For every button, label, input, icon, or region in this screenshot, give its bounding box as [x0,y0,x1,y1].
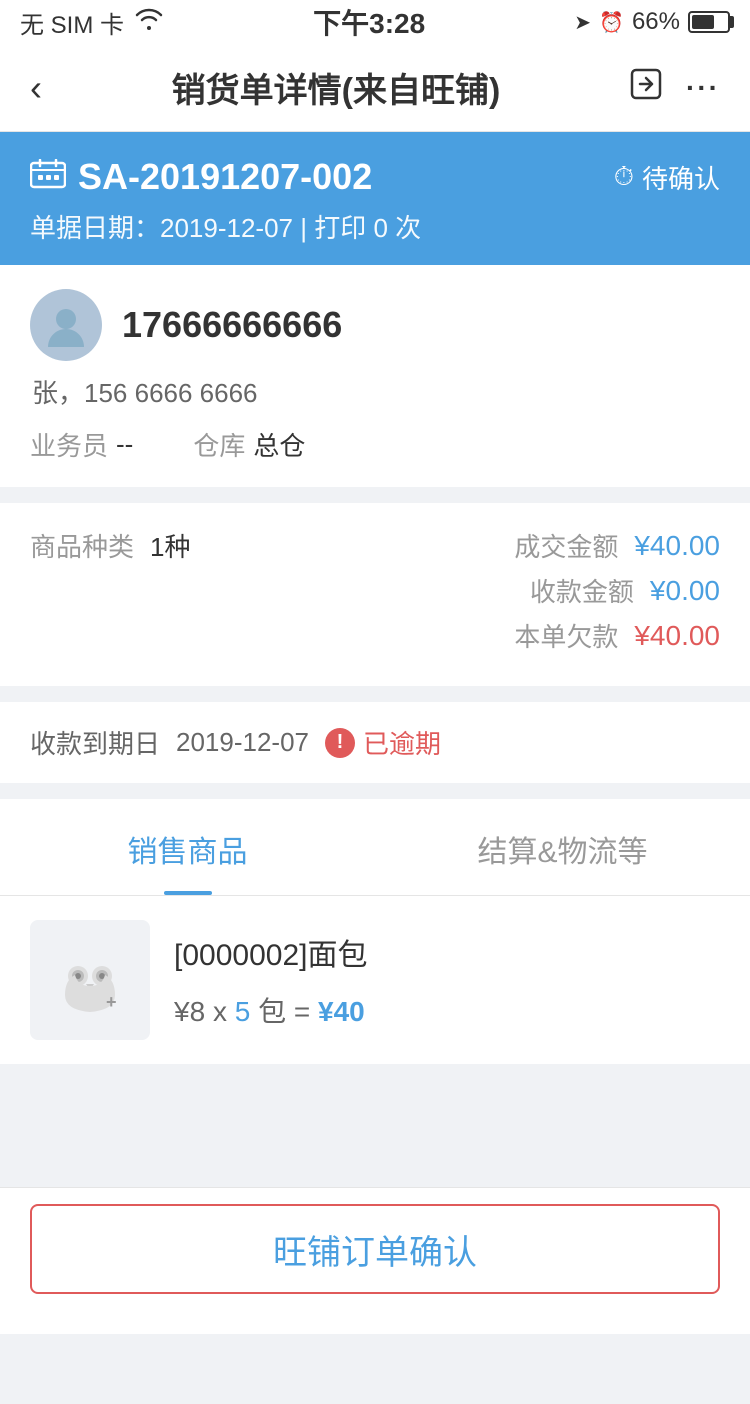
more-button[interactable]: ··· [686,72,720,104]
tab-sales[interactable]: 销售商品 [0,799,375,895]
customer-name: 张，156 6666 6666 [30,373,720,410]
header-date-row: 单据日期：2019-12-07 | 打印 0 次 [30,208,720,245]
status-bar: 无 SIM 卡 下午3:28 ➤ ⏰ 66% [0,0,750,44]
overdue-label: 已逾期 [363,724,441,761]
due-date: 2019-12-07 [176,727,309,758]
balance-amount-row: 本单欠款 ¥40.00 [514,617,720,654]
summary-right: 成交金额 ¥40.00 收款金额 ¥0.00 本单欠款 ¥40.00 [514,527,720,662]
product-image: + [30,920,150,1040]
wifi-icon [134,8,164,37]
status-bar-time: 下午3:28 [313,2,425,42]
salesperson-field: 业务员 -- [30,426,133,463]
battery-icon [688,11,730,33]
order-icon [30,156,66,198]
product-name: [0000002]面包 [174,930,720,974]
order-id: SA-20191207-002 [30,156,372,198]
alarm-icon: ⏰ [599,10,624,35]
warehouse-field: 仓库 总仓 [193,426,305,463]
nav-bar: ‹ 销货单详情(来自旺铺) ··· [0,44,750,132]
deal-amount-row: 成交金额 ¥40.00 [514,527,720,564]
back-button[interactable]: ‹ [30,67,42,109]
summary-left: 商品种类 1种 [30,527,190,564]
battery-percent: 66% [632,8,680,36]
product-info: [0000002]面包 ¥8 x 5 包 = ¥40 [174,930,720,1030]
status-bar-right: ➤ ⏰ 66% [574,8,730,36]
customer-phone: 17666666666 [122,304,342,346]
carrier-label: 无 SIM 卡 [20,5,124,40]
header-card: SA-20191207-002 ⏱ 待确认 单据日期：2019-12-07 | … [0,132,750,265]
overdue-badge: ! 已逾期 [325,724,441,761]
tabs-row: 销售商品 结算&物流等 [0,799,750,896]
tabs-section: 销售商品 结算&物流等 [0,799,750,896]
tab-settlement[interactable]: 结算&物流等 [375,799,750,895]
overdue-icon: ! [325,728,355,758]
product-price: ¥8 x 5 包 = ¥40 [174,990,720,1030]
customer-section: 17666666666 张，156 6666 6666 业务员 -- 仓库 总仓 [0,265,750,487]
customer-meta: 业务员 -- 仓库 总仓 [30,426,720,463]
bottom-bar: 旺铺订单确认 [0,1187,750,1334]
share-button[interactable] [630,68,662,108]
confirm-button[interactable]: 旺铺订单确认 [30,1204,720,1294]
payment-amount-row: 收款金额 ¥0.00 [514,572,720,609]
summary-section: 商品种类 1种 成交金额 ¥40.00 收款金额 ¥0.00 本单欠款 ¥40.… [0,503,750,686]
nav-right: ··· [630,68,720,108]
avatar [30,289,102,361]
product-section: + [0000002]面包 ¥8 x 5 包 = ¥40 [0,896,750,1064]
due-label: 收款到期日 [30,724,160,761]
location-icon: ➤ [574,10,591,35]
due-section: 收款到期日 2019-12-07 ! 已逾期 [0,702,750,783]
svg-text:+: + [106,992,117,1012]
clock-icon: ⏱ [614,161,634,193]
status-badge: ⏱ 待确认 [614,159,720,196]
status-bar-left: 无 SIM 卡 [20,5,164,40]
page-title: 销货单详情(来自旺铺) [172,63,501,112]
